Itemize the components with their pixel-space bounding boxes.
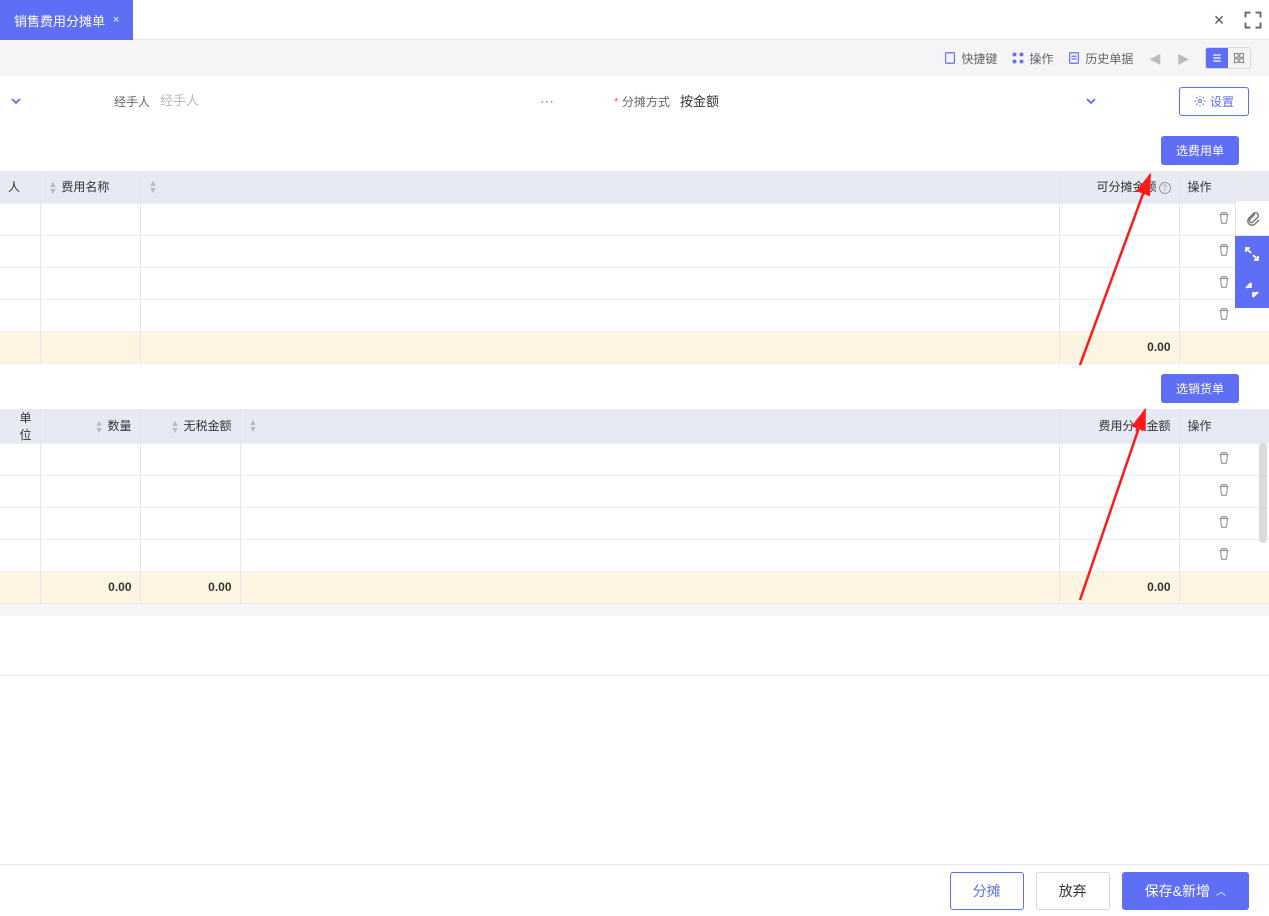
total-row: 0.000.000.00 (0, 571, 1269, 603)
help-icon[interactable]: ? (1159, 182, 1171, 194)
shortcut-link[interactable]: 快捷键 (943, 50, 997, 67)
col-fee-name[interactable]: ▲▼费用名称 (40, 171, 140, 203)
fullscreen-icon[interactable] (1243, 10, 1263, 30)
doc-icon (1067, 51, 1081, 65)
col-alloc-amount[interactable]: 可分摊金额? (1059, 171, 1179, 203)
operate-link[interactable]: 操作 (1011, 50, 1053, 67)
side-rail (1235, 200, 1269, 308)
toolbar: 快捷键 操作 历史单据 ◀ ▶ (0, 40, 1269, 76)
col-qty[interactable]: ▲▼数量 (40, 409, 140, 444)
gear-icon (1194, 95, 1206, 107)
notes-area[interactable] (0, 616, 1269, 676)
form-row: 经手人 ⋯ 分摊方式 设置 (0, 76, 1269, 126)
tab-bar: 销售费用分摊单 × × (0, 0, 1269, 40)
tab-close-icon[interactable]: × (113, 14, 119, 26)
view-list-icon[interactable] (1206, 48, 1228, 68)
trash-icon[interactable] (1217, 515, 1231, 529)
method-label: 分摊方式 (614, 93, 670, 110)
trash-icon[interactable] (1217, 483, 1231, 497)
select-expense-button[interactable]: 选费用单 (1161, 136, 1239, 165)
allocate-button[interactable]: 分摊 (950, 872, 1024, 910)
view-card-icon[interactable] (1228, 48, 1250, 68)
clipboard-icon (943, 51, 957, 65)
tab-title: 销售费用分摊单 (14, 11, 105, 30)
select-sales-button[interactable]: 选销货单 (1161, 374, 1239, 403)
discard-button[interactable]: 放弃 (1036, 872, 1110, 910)
footer: 分摊 放弃 保存&新增︿ (0, 864, 1269, 916)
expand-out-icon[interactable] (1235, 236, 1269, 272)
total-row: 0.00 (0, 331, 1269, 363)
col-amount-notax[interactable]: ▲▼无税金额 (140, 409, 240, 444)
handler-label: 经手人 (114, 93, 150, 110)
method-field: 分摊方式 (614, 89, 1099, 113)
sales-section: 选销货单 单位 ▲▼数量 ▲▼无税金额 ▲▼ 费用分摊金额 操作 0.000. (0, 370, 1269, 604)
col-fee-alloc[interactable]: 费用分摊金额 (1059, 409, 1179, 444)
table-row[interactable] (0, 475, 1269, 507)
tab-sales-expense-alloc[interactable]: 销售费用分摊单 × (0, 0, 133, 40)
handler-input[interactable] (160, 89, 540, 113)
col-action: 操作 (1179, 171, 1269, 203)
expense-table: 人 ▲▼费用名称 ▲▼ 可分摊金额? 操作 0.00 (0, 171, 1269, 364)
expense-section: 选费用单 人 ▲▼费用名称 ▲▼ 可分摊金额? 操作 0.00 (0, 132, 1269, 364)
more-icon[interactable]: ⋯ (540, 93, 555, 110)
sales-table: 单位 ▲▼数量 ▲▼无税金额 ▲▼ 费用分摊金额 操作 0.000.000.00 (0, 409, 1269, 604)
trash-icon[interactable] (1217, 307, 1231, 321)
table-row[interactable] (0, 299, 1269, 331)
expand-in-icon[interactable] (1235, 272, 1269, 308)
trash-icon[interactable] (1217, 547, 1231, 561)
handler-field: 经手人 ⋯ (114, 89, 594, 113)
prev-icon[interactable]: ◀ (1147, 50, 1162, 67)
table-row[interactable] (0, 267, 1269, 299)
settings-button[interactable]: 设置 (1179, 87, 1249, 116)
col-unit[interactable]: 单位 (0, 409, 40, 444)
table-row[interactable] (0, 203, 1269, 235)
table-row[interactable] (0, 539, 1269, 571)
save-new-button[interactable]: 保存&新增︿ (1122, 872, 1249, 910)
chevron-up-icon: ︿ (1216, 883, 1226, 898)
col-blank2[interactable]: ▲▼ (240, 409, 1059, 444)
table-row[interactable] (0, 235, 1269, 267)
attachment-icon[interactable] (1235, 200, 1269, 236)
scrollbar[interactable] (1259, 443, 1267, 543)
col-blank[interactable]: ▲▼ (140, 171, 1059, 203)
method-input[interactable] (680, 89, 1060, 113)
next-icon[interactable]: ▶ (1176, 50, 1191, 67)
view-toggle (1205, 47, 1251, 69)
history-link[interactable]: 历史单据 (1067, 50, 1133, 67)
table-row[interactable] (0, 507, 1269, 539)
chevron-down-icon[interactable] (8, 93, 24, 109)
trash-icon[interactable] (1217, 243, 1231, 257)
trash-icon[interactable] (1217, 211, 1231, 225)
close-icon[interactable]: × (1209, 10, 1229, 30)
chevron-down-icon[interactable] (1083, 93, 1099, 109)
grid-icon (1011, 51, 1025, 65)
col-action2: 操作 (1179, 409, 1269, 444)
trash-icon[interactable] (1217, 451, 1231, 465)
divider-strip (0, 604, 1269, 616)
trash-icon[interactable] (1217, 275, 1231, 289)
col-person[interactable]: 人 (0, 171, 40, 203)
table-row[interactable] (0, 443, 1269, 475)
